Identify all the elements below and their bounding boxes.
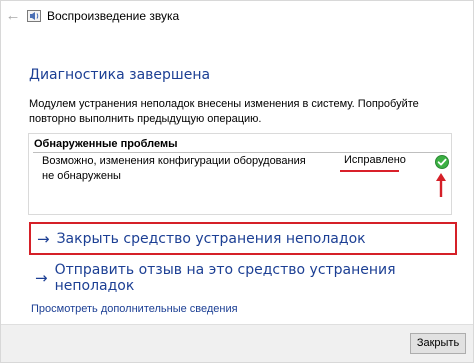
title-bar: ← Воспроизведение звука (1, 1, 473, 31)
page-heading: Диагностика завершена (29, 67, 211, 83)
speaker-icon (27, 10, 41, 22)
send-feedback-link[interactable]: → Отправить отзыв на это средство устран… (29, 261, 457, 294)
troubleshooter-window: ← Воспроизведение звука Диагностика заве… (0, 0, 474, 363)
send-feedback-label: Отправить отзыв на это средство устранен… (54, 261, 396, 294)
close-troubleshooter-link[interactable]: → Закрыть средство устранения неполадок (29, 222, 457, 255)
green-check-icon (435, 155, 449, 169)
footer-bar: Закрыть (1, 324, 473, 362)
close-troubleshooter-label: Закрыть средство устранения неполадок (56, 230, 366, 247)
problems-divider (33, 152, 447, 153)
view-details-link[interactable]: Просмотреть дополнительные сведения (31, 303, 238, 315)
status-highlight-underline (340, 170, 399, 172)
link-arrow-icon: → (37, 229, 50, 248)
problem-status: Исправлено (344, 154, 406, 166)
link-arrow-icon: → (35, 268, 48, 287)
problems-panel: Обнаруженные проблемы Возможно, изменени… (28, 133, 452, 215)
problems-header: Обнаруженные проблемы (34, 138, 178, 150)
close-button[interactable]: Закрыть (410, 333, 466, 354)
problem-description: Возможно, изменения конфигурации оборудо… (42, 155, 306, 182)
red-up-arrow-icon (436, 173, 446, 197)
window-title: Воспроизведение звука (47, 9, 180, 23)
result-description: Модулем устранения неполадок внесены изм… (29, 98, 419, 125)
back-arrow-icon[interactable]: ← (5, 7, 21, 25)
